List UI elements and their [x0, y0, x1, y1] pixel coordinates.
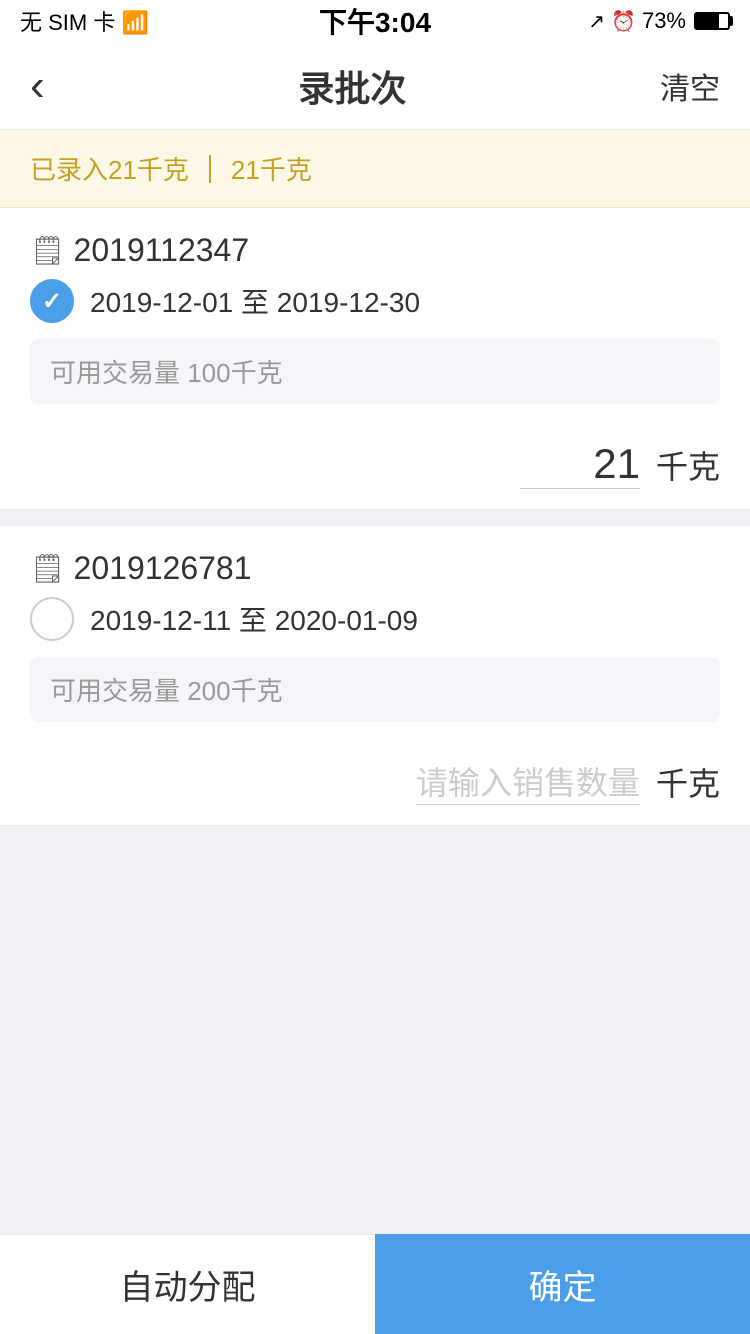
- batch-2-qty-placeholder: 请输入销售数量: [416, 765, 640, 801]
- batch-2-icon: 🗒: [30, 552, 66, 585]
- batch-1-checkbox[interactable]: [30, 279, 74, 323]
- batch-2-available: 可用交易量 200千克: [30, 657, 720, 722]
- back-button[interactable]: ‹: [30, 61, 45, 111]
- batch-2-qty-unit: 千克: [656, 759, 720, 805]
- status-time: 下午3:04: [319, 1, 431, 41]
- status-right: ↗ ⏰ 73%: [588, 8, 730, 34]
- location-icon: ↗: [588, 9, 605, 34]
- bottom-bar: 自动分配 确定: [0, 1234, 750, 1334]
- batch-item-1: 🗒 2019112347 2019-12-01 至 2019-12-30 可用交…: [0, 208, 750, 510]
- summary-recorded: 已录入21千克: [30, 150, 189, 187]
- batch-1-date: 2019-12-01 至 2019-12-30: [90, 281, 420, 321]
- status-left: 无 SIM 卡 📶: [20, 5, 149, 37]
- batch-2-id: 2019126781: [74, 550, 252, 587]
- alarm-icon: ⏰: [611, 9, 636, 34]
- auto-distribute-button[interactable]: 自动分配: [0, 1234, 375, 1334]
- batch-2-checkbox[interactable]: [30, 597, 74, 641]
- summary-total: 21千克: [231, 150, 312, 187]
- batch-1-qty-row: 21 千克: [0, 424, 750, 510]
- batch-2-date: 2019-12-11 至 2020-01-09: [90, 599, 418, 639]
- batch-1-icon: 🗒: [30, 234, 66, 267]
- batch-1-qty-input[interactable]: 21: [520, 440, 640, 489]
- section-gap: [0, 510, 750, 526]
- page-title: 录批次: [298, 60, 406, 112]
- batch-1-qty-value: 21: [593, 440, 640, 487]
- summary-divider: [209, 155, 211, 183]
- batch-2-qty-input[interactable]: 请输入销售数量: [416, 758, 640, 805]
- batch-1-header: 🗒 2019112347: [30, 232, 720, 269]
- summary-banner: 已录入21千克 21千克: [0, 130, 750, 208]
- batch-2-qty-row: 请输入销售数量 千克: [0, 742, 750, 826]
- batch-2-date-row: 2019-12-11 至 2020-01-09: [30, 597, 720, 641]
- clear-button[interactable]: 清空: [660, 64, 720, 108]
- batch-1-id: 2019112347: [74, 232, 250, 269]
- sim-indicator: 无 SIM 卡 📶: [20, 5, 149, 37]
- status-bar: 无 SIM 卡 📶 下午3:04 ↗ ⏰ 73%: [0, 0, 750, 42]
- batch-1-available: 可用交易量 100千克: [30, 339, 720, 404]
- batch-1-qty-unit: 千克: [656, 442, 720, 488]
- batch-item-2: 🗒 2019126781 2019-12-11 至 2020-01-09 可用交…: [0, 526, 750, 826]
- batch-1-date-row: 2019-12-01 至 2019-12-30: [30, 279, 720, 323]
- battery-level: 73%: [642, 8, 686, 34]
- confirm-button[interactable]: 确定: [375, 1234, 750, 1334]
- battery-icon: [694, 12, 730, 30]
- nav-bar: ‹ 录批次 清空: [0, 42, 750, 130]
- batch-2-header: 🗒 2019126781: [30, 550, 720, 587]
